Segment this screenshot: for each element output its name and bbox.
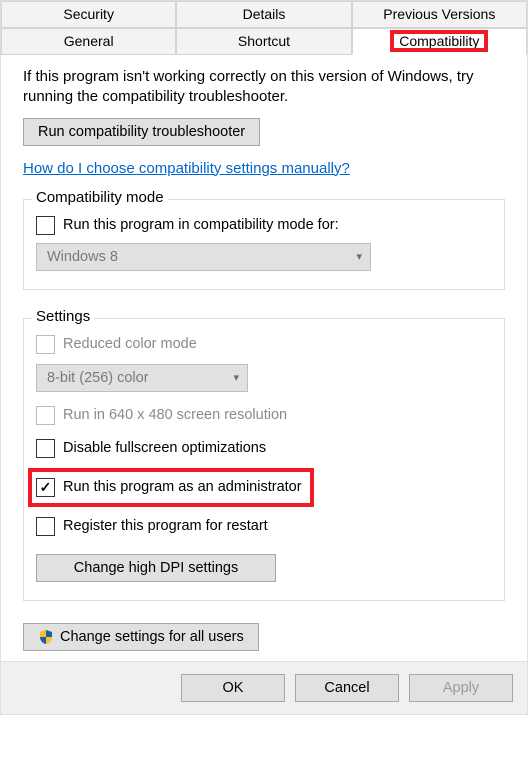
- tab-general[interactable]: General: [1, 28, 176, 55]
- register-restart-label: Register this program for restart: [63, 518, 268, 534]
- color-mode-select[interactable]: 8-bit (256) color ▾: [36, 364, 248, 392]
- dialog-button-bar: OK Cancel Apply: [1, 661, 527, 714]
- reduced-color-checkbox[interactable]: [36, 335, 55, 354]
- tab-compatibility[interactable]: Compatibility: [352, 28, 527, 55]
- tab-security[interactable]: Security: [1, 1, 176, 28]
- change-dpi-button[interactable]: Change high DPI settings: [36, 554, 276, 582]
- run-640x480-checkbox[interactable]: [36, 406, 55, 425]
- compat-mode-label: Run this program in compatibility mode f…: [63, 217, 339, 233]
- tab-details[interactable]: Details: [176, 1, 351, 28]
- ok-button[interactable]: OK: [181, 674, 285, 702]
- compatibility-mode-group: Compatibility mode Run this program in c…: [23, 199, 505, 290]
- tab-strip: Security Details Previous Versions Gener…: [1, 1, 527, 55]
- run-640x480-label: Run in 640 x 480 screen resolution: [63, 407, 287, 423]
- help-link[interactable]: How do I choose compatibility settings m…: [23, 160, 350, 177]
- disable-fullscreen-label: Disable fullscreen optimizations: [63, 440, 266, 456]
- tab-previous-versions[interactable]: Previous Versions: [352, 1, 527, 28]
- apply-button[interactable]: Apply: [409, 674, 513, 702]
- settings-title: Settings: [32, 308, 94, 325]
- register-restart-checkbox[interactable]: [36, 517, 55, 536]
- compat-mode-select[interactable]: Windows 8 ▾: [36, 243, 371, 271]
- run-as-admin-label: Run this program as an administrator: [63, 479, 302, 495]
- tab-shortcut[interactable]: Shortcut: [176, 28, 351, 55]
- run-as-admin-checkbox[interactable]: [36, 478, 55, 497]
- reduced-color-label: Reduced color mode: [63, 336, 197, 352]
- intro-text: If this program isn't working correctly …: [23, 67, 505, 108]
- run-troubleshooter-button[interactable]: Run compatibility troubleshooter: [23, 118, 260, 146]
- cancel-button[interactable]: Cancel: [295, 674, 399, 702]
- compatibility-mode-title: Compatibility mode: [32, 189, 168, 206]
- change-all-users-button[interactable]: Change settings for all users: [23, 623, 259, 651]
- compat-mode-checkbox[interactable]: [36, 216, 55, 235]
- disable-fullscreen-checkbox[interactable]: [36, 439, 55, 458]
- settings-group: Settings Reduced color mode 8-bit (256) …: [23, 318, 505, 601]
- chevron-down-icon: ▾: [233, 371, 239, 384]
- chevron-down-icon: ▾: [356, 250, 362, 263]
- shield-icon: [38, 629, 54, 645]
